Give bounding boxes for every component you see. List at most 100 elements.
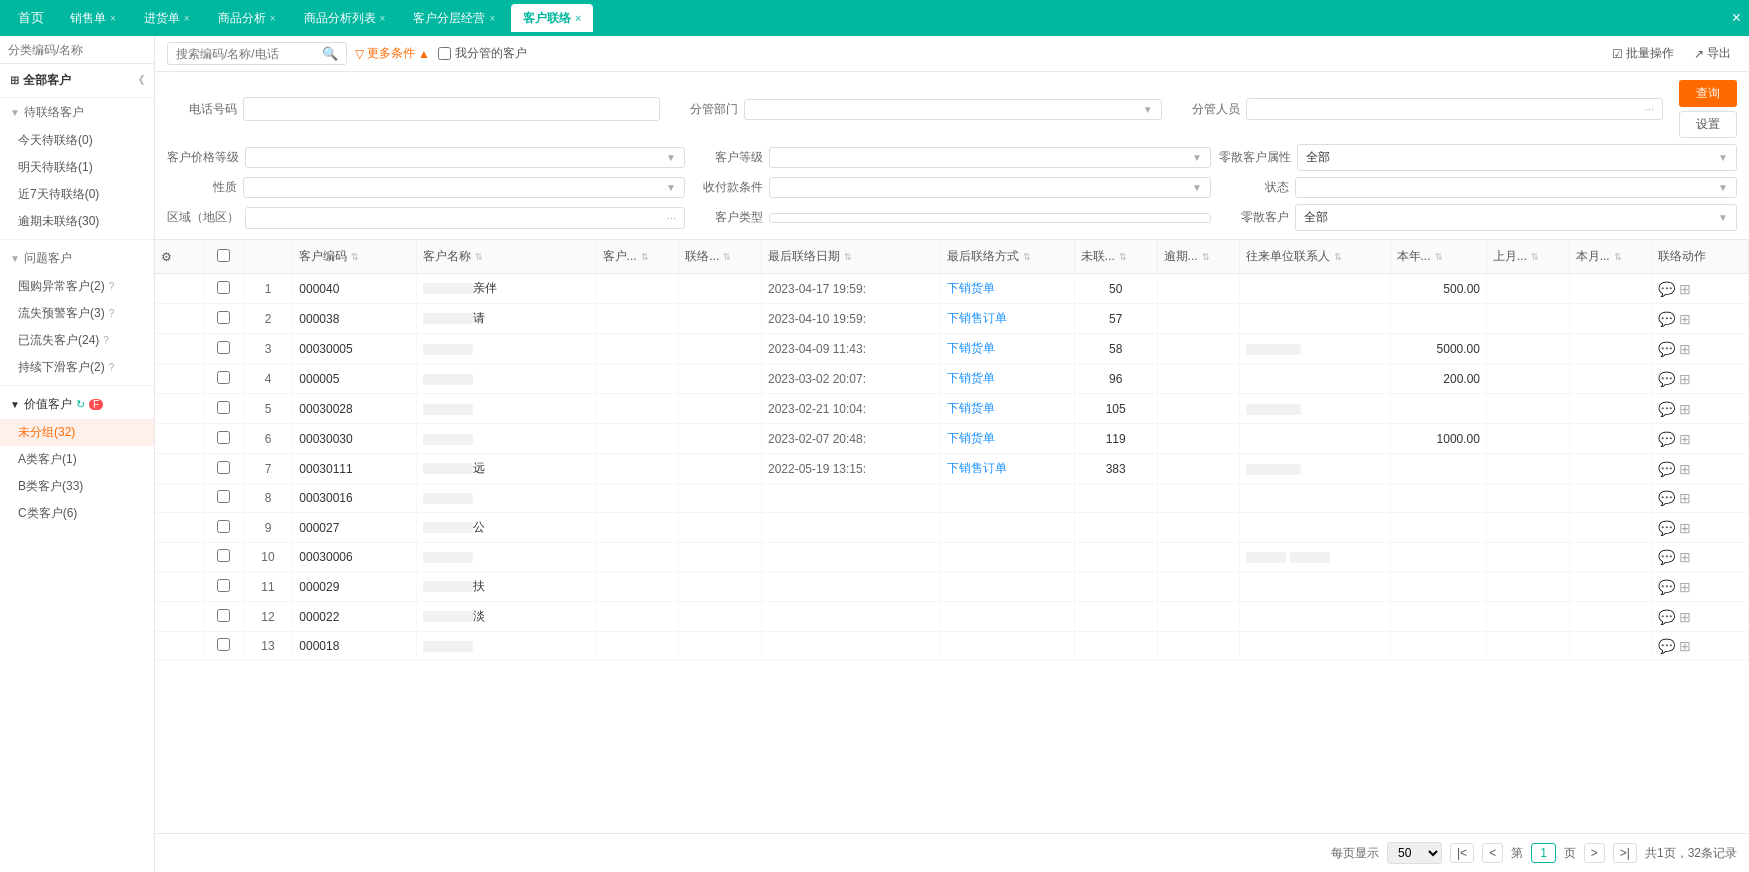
nav-tab-analysis-list[interactable]: 商品分析列表 × xyxy=(292,4,398,32)
customer-level-select[interactable]: ▼ xyxy=(769,147,1211,168)
row-checkbox[interactable] xyxy=(217,401,230,414)
per-page-select[interactable]: 50 100 200 xyxy=(1387,842,1442,864)
chat-icon[interactable]: 💬 xyxy=(1658,549,1675,565)
row-checkbox[interactable] xyxy=(217,638,230,651)
close-tab-customer-seg-icon[interactable]: × xyxy=(489,13,495,24)
sidebar-item-tomorrow-pending[interactable]: 明天待联络(1) xyxy=(0,154,154,181)
th-overdue[interactable]: 逾期... ⇅ xyxy=(1157,240,1240,274)
contact-method-link[interactable]: 下销售订单 xyxy=(947,461,1007,475)
row-checkbox[interactable] xyxy=(217,281,230,294)
grid-action-icon[interactable]: ⊞ xyxy=(1679,549,1691,565)
td-checkbox[interactable] xyxy=(205,394,244,424)
sidebar-pending-group[interactable]: ▼ 待联络客户 xyxy=(0,98,154,127)
contact-method-link[interactable]: 下销货单 xyxy=(947,341,995,355)
nav-tab-purchase[interactable]: 进货单 × xyxy=(132,4,202,32)
sidebar-item-class-a[interactable]: A类客户(1) xyxy=(0,446,154,473)
prev-page-btn[interactable]: < xyxy=(1482,843,1503,863)
nav-tab-customer-seg[interactable]: 客户分层经营 × xyxy=(401,4,507,32)
chat-icon[interactable]: 💬 xyxy=(1658,311,1675,327)
row-checkbox[interactable] xyxy=(217,579,230,592)
td-checkbox[interactable] xyxy=(205,454,244,484)
td-checkbox[interactable] xyxy=(205,602,244,632)
next-page-btn[interactable]: > xyxy=(1584,843,1605,863)
td-checkbox[interactable] xyxy=(205,424,244,454)
td-checkbox[interactable] xyxy=(205,484,244,513)
chat-icon[interactable]: 💬 xyxy=(1658,371,1675,387)
row-checkbox[interactable] xyxy=(217,520,230,533)
reset-button[interactable]: 设置 xyxy=(1679,111,1737,138)
chat-icon[interactable]: 💬 xyxy=(1658,490,1675,506)
more-conditions-btn[interactable]: ▽ 更多条件 ▲ xyxy=(355,45,430,62)
sidebar-item-declining[interactable]: 持续下滑客户(2) ? xyxy=(0,354,154,381)
th-contact[interactable]: 联络... ⇅ xyxy=(679,240,762,274)
td-checkbox[interactable] xyxy=(205,274,244,304)
th-unit-contacts[interactable]: 往来单位联系人 ⇅ xyxy=(1240,240,1390,274)
th-code[interactable]: 客户编码 ⇅ xyxy=(293,240,417,274)
grid-action-icon[interactable]: ⊞ xyxy=(1679,341,1691,357)
my-customers-checkbox[interactable] xyxy=(438,47,451,60)
td-checkbox[interactable] xyxy=(205,632,244,661)
sidebar-item-churned[interactable]: 已流失客户(24) ? xyxy=(0,327,154,354)
th-unlink-days[interactable]: 未联... ⇅ xyxy=(1074,240,1157,274)
sidebar-all-customers[interactable]: ⊞ 全部客户 《 xyxy=(0,64,154,98)
sidebar-item-overdue-pending[interactable]: 逾期未联络(30) xyxy=(0,208,154,235)
grid-action-icon[interactable]: ⊞ xyxy=(1679,490,1691,506)
th-last-contact-method[interactable]: 最后联络方式 ⇅ xyxy=(941,240,1075,274)
batch-ops-btn[interactable]: ☑ 批量操作 xyxy=(1606,42,1680,65)
close-tab-analysis-icon[interactable]: × xyxy=(270,13,276,24)
row-checkbox[interactable] xyxy=(217,490,230,503)
last-page-btn[interactable]: >| xyxy=(1613,843,1637,863)
search-field[interactable]: 🔍 xyxy=(167,42,347,65)
region-more-icon[interactable]: ··· xyxy=(667,212,676,224)
chat-icon[interactable]: 💬 xyxy=(1658,341,1675,357)
contact-method-link[interactable]: 下销货单 xyxy=(947,281,995,295)
sidebar-item-class-c[interactable]: C类客户(6) xyxy=(0,500,154,527)
retail-attr-select[interactable]: 全部 ▼ xyxy=(1297,144,1737,171)
refresh-icon[interactable]: ↻ xyxy=(76,398,85,411)
chat-icon[interactable]: 💬 xyxy=(1658,609,1675,625)
grid-action-icon[interactable]: ⊞ xyxy=(1679,311,1691,327)
row-checkbox[interactable] xyxy=(217,461,230,474)
price-level-select[interactable]: ▼ xyxy=(245,147,685,168)
contact-method-link[interactable]: 下销货单 xyxy=(947,431,995,445)
close-window-icon[interactable]: × xyxy=(1732,9,1741,27)
row-checkbox[interactable] xyxy=(217,341,230,354)
grid-action-icon[interactable]: ⊞ xyxy=(1679,638,1691,654)
td-checkbox[interactable] xyxy=(205,572,244,602)
sidebar-item-unclassified[interactable]: 未分组(32) xyxy=(0,419,154,446)
dept-select[interactable]: ▼ xyxy=(744,99,1161,120)
row-checkbox[interactable] xyxy=(217,549,230,562)
grid-action-icon[interactable]: ⊞ xyxy=(1679,579,1691,595)
th-this-year[interactable]: 本年... ⇅ xyxy=(1390,240,1486,274)
grid-action-icon[interactable]: ⊞ xyxy=(1679,371,1691,387)
manager-select[interactable]: ··· xyxy=(1246,98,1663,120)
search-input[interactable] xyxy=(176,47,318,61)
retail-customer-select[interactable]: 全部 ▼ xyxy=(1295,204,1737,231)
region-select[interactable]: ··· xyxy=(245,207,685,229)
chat-icon[interactable]: 💬 xyxy=(1658,579,1675,595)
close-tab-sales-icon[interactable]: × xyxy=(110,13,116,24)
chat-icon[interactable]: 💬 xyxy=(1658,281,1675,297)
search-button[interactable]: 查询 xyxy=(1679,80,1737,107)
first-page-btn[interactable]: |< xyxy=(1450,843,1474,863)
nature-select[interactable]: ▼ xyxy=(243,177,685,198)
grid-action-icon[interactable]: ⊞ xyxy=(1679,520,1691,536)
chat-icon[interactable]: 💬 xyxy=(1658,401,1675,417)
contact-method-link[interactable]: 下销货单 xyxy=(947,371,995,385)
sidebar-item-today-pending[interactable]: 今天待联络(0) xyxy=(0,127,154,154)
payment-select[interactable]: ▼ xyxy=(769,177,1211,198)
grid-action-icon[interactable]: ⊞ xyxy=(1679,401,1691,417)
th-name[interactable]: 客户名称 ⇅ xyxy=(417,240,596,274)
chat-icon[interactable]: 💬 xyxy=(1658,461,1675,477)
chat-icon[interactable]: 💬 xyxy=(1658,431,1675,447)
grid-action-icon[interactable]: ⊞ xyxy=(1679,281,1691,297)
nav-home[interactable]: 首页 xyxy=(8,5,54,31)
th-this-month[interactable]: 本月... ⇅ xyxy=(1569,240,1652,274)
phone-input[interactable] xyxy=(243,97,660,121)
sidebar-item-hoard-abnormal[interactable]: 囤购异常客户(2) ? xyxy=(0,273,154,300)
sidebar-item-class-b[interactable]: B类客户(33) xyxy=(0,473,154,500)
contact-method-link[interactable]: 下销售订单 xyxy=(947,311,1007,325)
sidebar-search-input[interactable] xyxy=(8,43,155,57)
chat-icon[interactable]: 💬 xyxy=(1658,638,1675,654)
td-checkbox[interactable] xyxy=(205,513,244,543)
